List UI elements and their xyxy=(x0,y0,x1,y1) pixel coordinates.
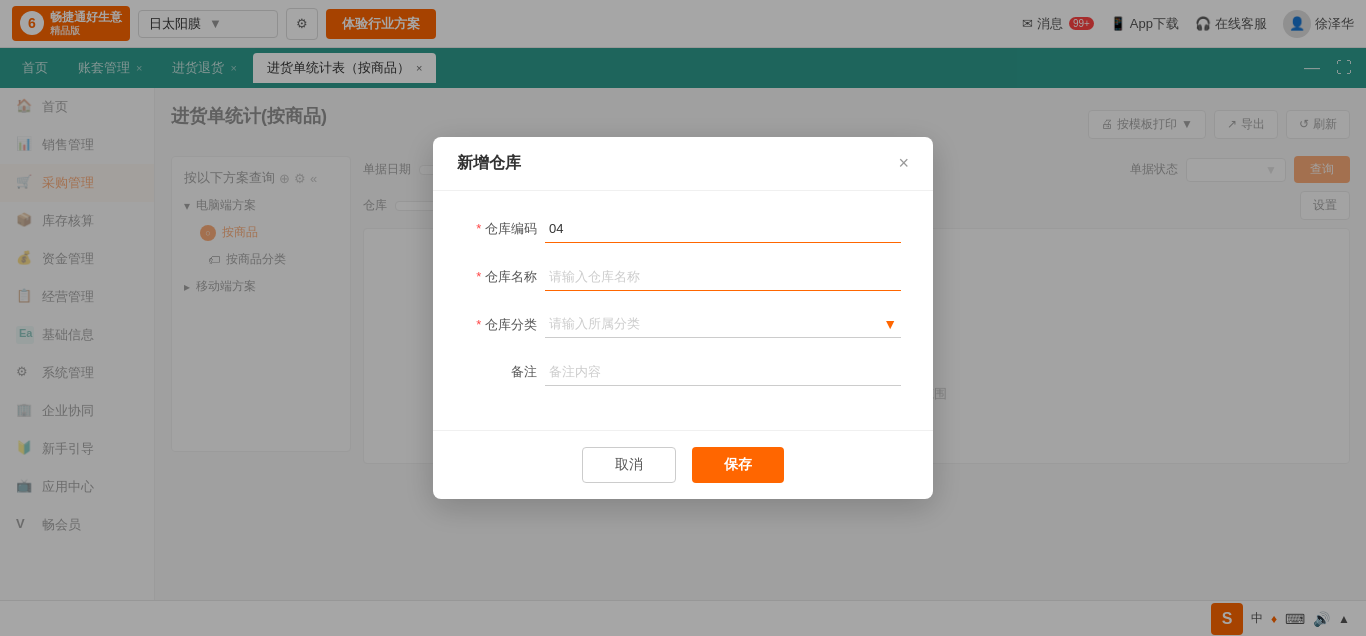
note-input[interactable] xyxy=(545,358,901,386)
type-placeholder: 请输入所属分类 xyxy=(549,315,883,333)
form-row-name: 仓库名称 xyxy=(465,263,901,291)
cancel-button[interactable]: 取消 xyxy=(582,447,676,483)
modal-footer: 取消 保存 xyxy=(433,430,933,499)
type-dropdown-icon: ▼ xyxy=(883,316,897,332)
modal-header: 新增仓库 × xyxy=(433,137,933,191)
save-button[interactable]: 保存 xyxy=(692,447,784,483)
modal-overlay: 新增仓库 × 仓库编码 仓库名称 仓库分类 请输入所属分类 ▼ xyxy=(0,0,1366,636)
form-row-type: 仓库分类 请输入所属分类 ▼ xyxy=(465,311,901,338)
type-label: 仓库分类 xyxy=(465,316,545,334)
name-label: 仓库名称 xyxy=(465,268,545,286)
modal-close-button[interactable]: × xyxy=(898,153,909,174)
name-input[interactable] xyxy=(545,263,901,291)
form-row-code: 仓库编码 xyxy=(465,215,901,243)
modal-title: 新增仓库 xyxy=(457,153,521,174)
code-label: 仓库编码 xyxy=(465,220,545,238)
modal-body: 仓库编码 仓库名称 仓库分类 请输入所属分类 ▼ 备注 xyxy=(433,191,933,430)
code-input[interactable] xyxy=(545,215,901,243)
modal-dialog: 新增仓库 × 仓库编码 仓库名称 仓库分类 请输入所属分类 ▼ xyxy=(433,137,933,499)
form-row-note: 备注 xyxy=(465,358,901,386)
note-label: 备注 xyxy=(465,363,545,381)
type-select[interactable]: 请输入所属分类 ▼ xyxy=(545,311,901,338)
